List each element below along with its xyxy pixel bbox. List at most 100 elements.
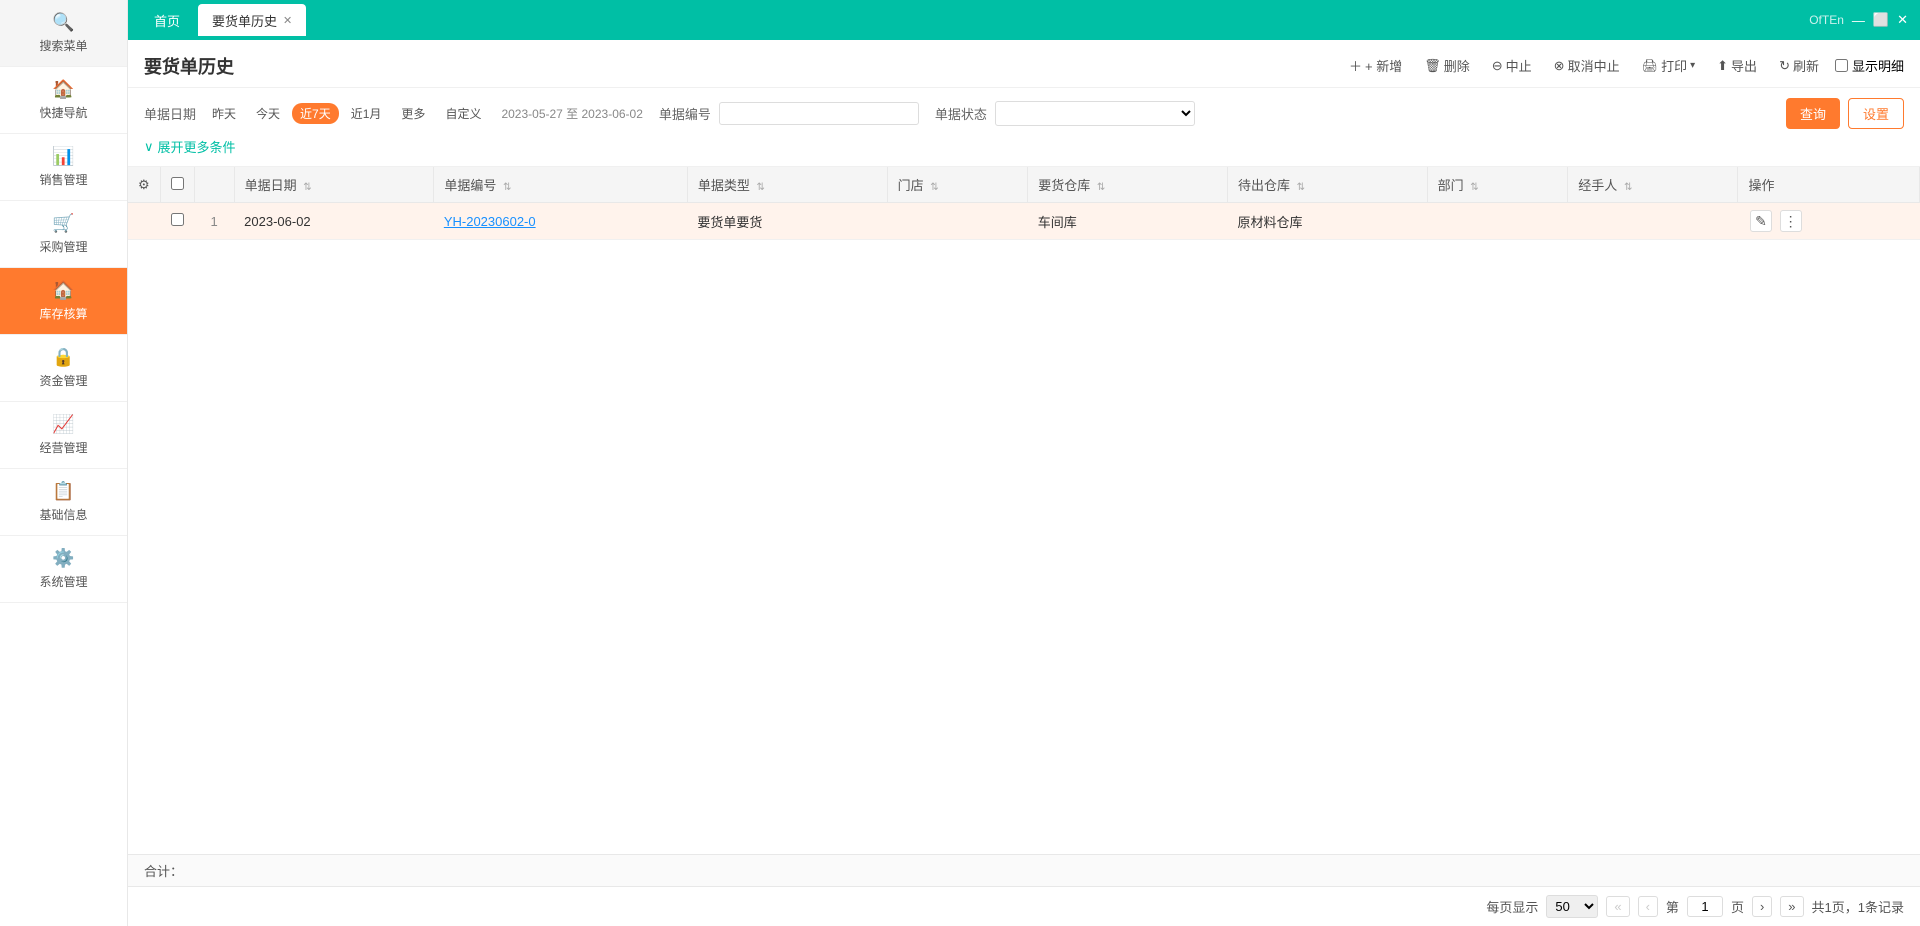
topbar-minimize-btn[interactable]: — [1852,13,1865,28]
doc-status-select[interactable] [995,101,1195,126]
row-checkbox[interactable] [171,213,184,226]
td-doc-no: YH-20230602-0 [434,203,688,240]
filter-doc-no: 单据编号 [659,102,919,125]
first-page-btn[interactable]: « [1606,896,1629,917]
filter-row-1: 单据日期 昨天 今天 近7天 近1月 更多 自定义 2023-05-27 至 2… [144,98,1904,129]
purchase-icon: 🛒 [52,213,74,234]
today-btn[interactable]: 今天 [248,103,288,124]
delete-button[interactable]: 🗑 删除 [1418,52,1476,79]
more-btn[interactable]: 更多 [393,103,433,124]
sidebar-item-quick-nav[interactable]: 🏠 快捷导航 [0,67,127,134]
filter-doc-date: 单据日期 昨天 今天 近7天 近1月 更多 自定义 2023-05-27 至 2… [144,103,643,124]
last-month-btn[interactable]: 近1月 [343,103,390,124]
sort-handler-icon: ⇅ [1624,182,1632,193]
sidebar-item-finance[interactable]: 🔒 资金管理 [0,335,127,402]
row-more-icon[interactable]: ⋮ [1780,210,1802,232]
last7-btn[interactable]: 近7天 [292,103,339,124]
th-doc-no[interactable]: 单据编号 ⇅ [434,167,688,203]
th-store[interactable]: 门店 ⇅ [887,167,1028,203]
stop-button[interactable]: ⊖ 中止 [1486,52,1538,79]
sort-req-warehouse-icon: ⇅ [1097,182,1105,193]
next-page-btn[interactable]: › [1752,896,1772,917]
tab-home[interactable]: 首页 [140,4,194,36]
expand-more-label: 展开更多条件 [158,137,236,156]
topbar-maximize-btn[interactable]: ⬜ [1873,12,1889,28]
bottom-bar: 合计： [128,854,1920,886]
td-checkbox [160,203,194,240]
sidebar-item-basic-info[interactable]: 📋 基础信息 [0,469,127,536]
export-button[interactable]: ⬆ 导出 [1711,52,1763,79]
table-body: 1 2023-06-02 YH-20230602-0 要货单要货 [128,203,1920,240]
th-department[interactable]: 部门 ⇅ [1427,167,1568,203]
sidebar-item-label: 基础信息 [39,506,87,523]
th-num [194,167,234,203]
topbar: 首页 要货单历史 ✕ OfTEn — ⬜ ✕ [128,0,1920,40]
chevron-down-icon: ∨ [144,139,154,155]
show-detail-toggle[interactable]: 显示明细 [1835,56,1904,75]
sidebar-item-search-menu[interactable]: 🔍 搜索菜单 [0,0,127,67]
th-handler[interactable]: 经手人 ⇅ [1568,167,1738,203]
query-button[interactable]: 查询 [1786,98,1840,129]
sidebar-item-operations[interactable]: 📈 经营管理 [0,402,127,469]
filter-action-buttons: 查询 设置 [1786,98,1904,129]
new-button[interactable]: ＋ + 新增 [1343,52,1408,79]
date-buttons: 昨天 今天 近7天 近1月 更多 自定义 [204,103,489,124]
sort-doc-no-icon: ⇅ [503,182,511,193]
sidebar-item-label: 资金管理 [39,372,87,389]
page-title: 要货单历史 [144,53,1343,79]
topbar-close-btn[interactable]: ✕ [1897,12,1908,28]
cancel-stop-label: 取消中止 [1568,56,1620,75]
custom-btn[interactable]: 自定义 [437,103,489,124]
filter-doc-status: 单据状态 [935,101,1195,126]
sidebar-item-system[interactable]: ⚙️ 系统管理 [0,536,127,603]
th-gear: ⚙ [128,167,160,203]
settings-button[interactable]: 设置 [1848,98,1904,129]
cancel-stop-button[interactable]: ⊗ 取消中止 [1548,52,1626,79]
page-input[interactable] [1687,896,1723,917]
show-detail-checkbox[interactable] [1835,59,1848,72]
sidebar-item-label: 经营管理 [39,439,87,456]
date-range-text: 2023-05-27 至 2023-06-02 [501,105,642,122]
sidebar-item-inventory[interactable]: 🏠 库存核算 [0,268,127,335]
table-header-row: ⚙ 单据日期 ⇅ 单据编号 ⇅ [128,167,1920,203]
refresh-button[interactable]: ↻ 刷新 [1773,52,1825,79]
td-department [1427,203,1568,240]
sort-doc-date-icon: ⇅ [303,182,311,193]
topbar-often-label: OfTEn [1809,13,1844,27]
refresh-label: 刷新 [1793,56,1819,75]
prev-page-btn[interactable]: ‹ [1638,896,1658,917]
td-pending-warehouse: 原材料仓库 [1227,203,1427,240]
search-menu-icon: 🔍 [52,12,74,33]
basic-info-icon: 📋 [52,481,74,502]
tab-close-icon[interactable]: ✕ [283,14,292,27]
per-page-select[interactable]: 50 10 20 100 [1546,895,1598,918]
inventory-icon: 🏠 [52,280,74,301]
cancel-stop-icon: ⊗ [1554,58,1565,74]
th-req-warehouse[interactable]: 要货仓库 ⇅ [1028,167,1228,203]
page-header: 要货单历史 ＋ + 新增 🗑 删除 ⊖ 中止 ⊗ 取消中止 [128,40,1920,88]
sidebar-item-purchase[interactable]: 🛒 采购管理 [0,201,127,268]
sort-store-icon: ⇅ [930,182,938,193]
th-doc-type[interactable]: 单据类型 ⇅ [687,167,887,203]
per-page-label: 每页显示 [1486,897,1538,916]
td-gear [128,203,160,240]
sidebar-item-label: 采购管理 [39,238,87,255]
last-page-btn[interactable]: » [1780,896,1803,917]
tab-requisition-history[interactable]: 要货单历史 ✕ [198,4,306,36]
select-all-checkbox[interactable] [171,177,184,190]
sidebar-item-sales[interactable]: 📊 销售管理 [0,134,127,201]
table-row: 1 2023-06-02 YH-20230602-0 要货单要货 [128,203,1920,240]
expand-more-btn[interactable]: ∨ 展开更多条件 [144,137,1904,156]
row-edit-icon[interactable]: ✎ [1750,210,1772,232]
doc-no-input[interactable] [719,102,919,125]
td-handler [1568,203,1738,240]
th-doc-date[interactable]: 单据日期 ⇅ [234,167,434,203]
pagination: 每页显示 50 10 20 100 « ‹ 第 页 › » 共1页，1条记录 [128,886,1920,926]
yesterday-btn[interactable]: 昨天 [204,103,244,124]
new-icon: ＋ [1349,56,1362,75]
th-pending-warehouse[interactable]: 待出仓库 ⇅ [1227,167,1427,203]
tab-home-label: 首页 [154,11,180,30]
doc-no-link[interactable]: YH-20230602-0 [444,214,536,229]
print-button[interactable]: 🖨 打印 ▾ [1636,52,1702,79]
td-doc-date: 2023-06-02 [234,203,434,240]
